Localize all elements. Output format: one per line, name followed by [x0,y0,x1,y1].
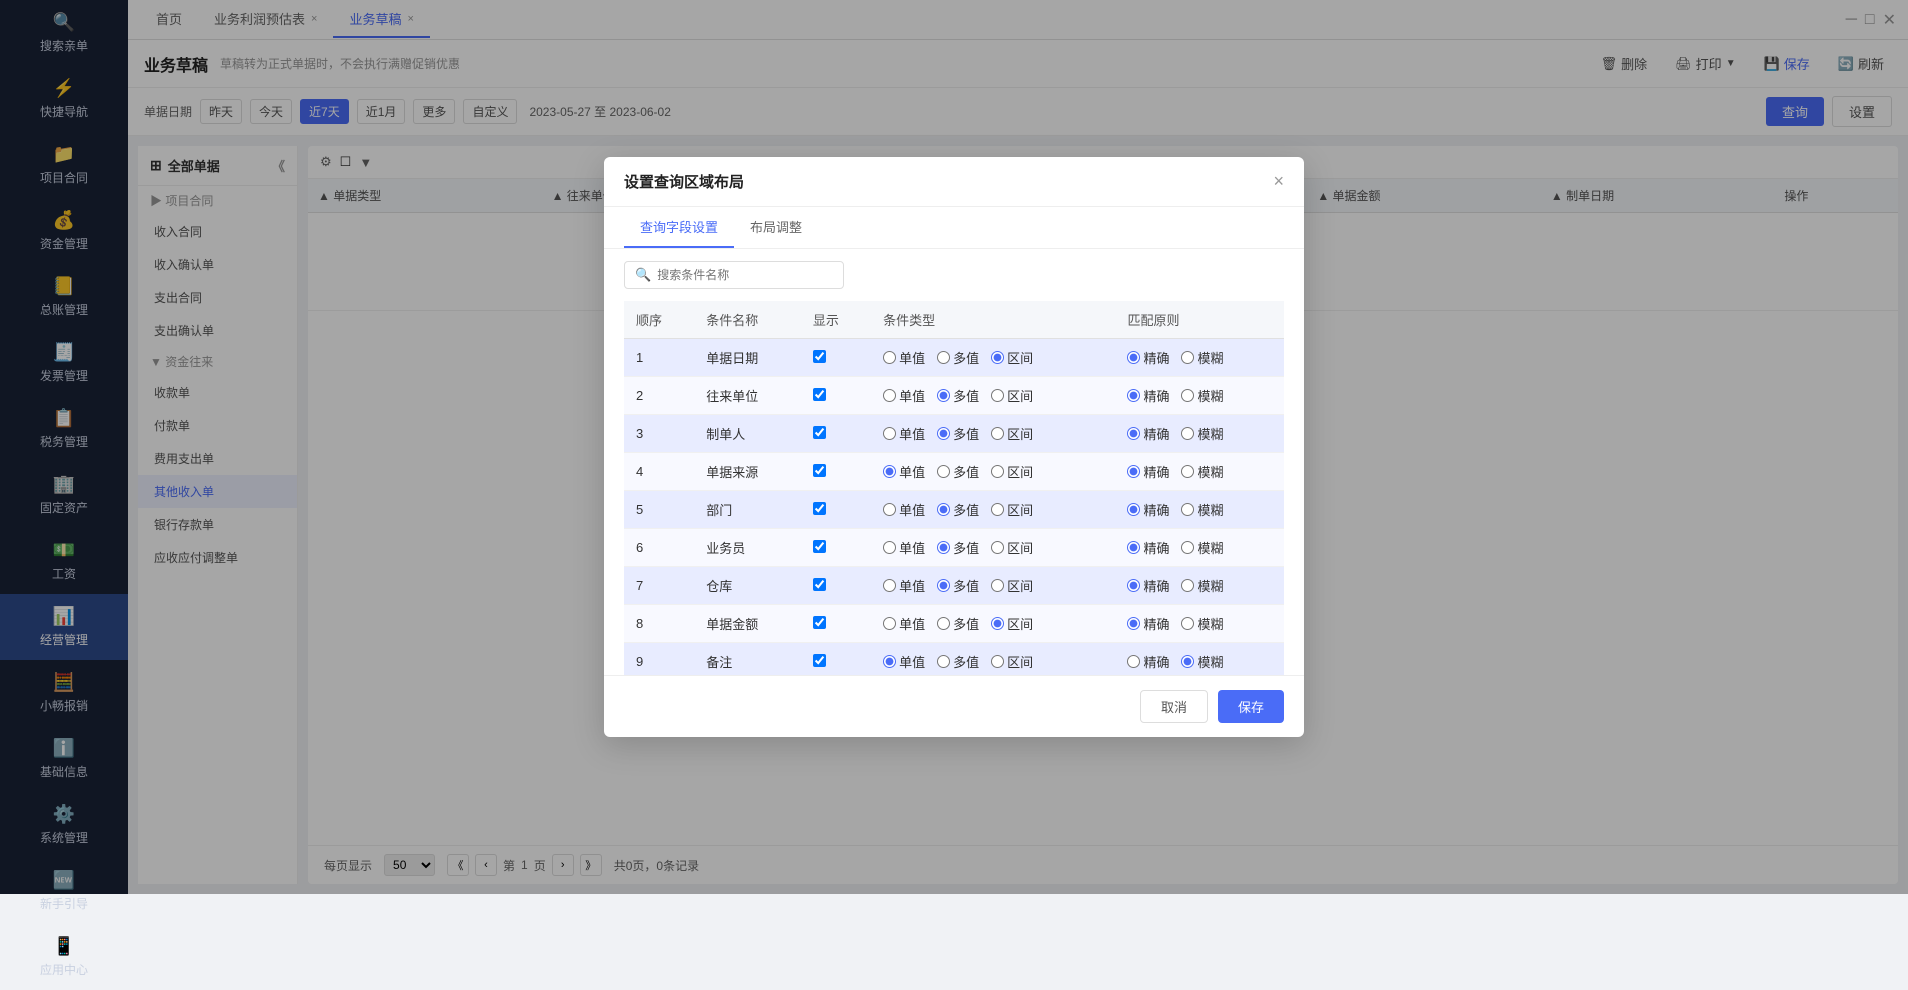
show-cell[interactable] [801,339,871,377]
show-cell[interactable] [801,529,871,567]
type-cell: 单值多值区间 [871,529,1115,567]
condition-name: 单据日期 [694,339,801,377]
table-row: 1 [624,339,694,377]
th-match: 匹配原则 [1115,301,1284,339]
sidebar-item-label: 应用中心 [40,961,88,978]
table-row: 5 [624,491,694,529]
table-row: 4 [624,453,694,491]
show-checkbox[interactable] [813,578,826,591]
type-cell: 单值多值区间 [871,491,1115,529]
type-cell: 单值多值区间 [871,605,1115,643]
dialog-search: 🔍 [604,249,1304,301]
show-checkbox[interactable] [813,464,826,477]
condition-name: 单据金额 [694,605,801,643]
condition-name: 部门 [694,491,801,529]
th-type: 条件类型 [871,301,1115,339]
save-button[interactable]: 保存 [1218,690,1284,723]
search-input[interactable] [657,268,833,282]
condition-name: 备注 [694,643,801,676]
match-cell: 精确模糊 [1115,491,1284,529]
dialog-tabs: 查询字段设置 布局调整 [604,207,1304,249]
condition-name: 业务员 [694,529,801,567]
match-cell: 精确模糊 [1115,605,1284,643]
match-cell: 精确模糊 [1115,643,1284,676]
dialog-title: 设置查询区域布局 [624,171,1273,192]
cancel-button[interactable]: 取消 [1140,690,1208,723]
type-cell: 单值多值区间 [871,415,1115,453]
th-show: 显示 [801,301,871,339]
dialog-table-container: 顺序 条件名称 显示 条件类型 匹配原则 1单据日期单值多值区间精确模糊2往来单… [604,301,1304,675]
th-name: 条件名称 [694,301,801,339]
table-row: 9 [624,643,694,676]
match-cell: 精确模糊 [1115,567,1284,605]
table-row: 3 [624,415,694,453]
show-checkbox[interactable] [813,350,826,363]
show-cell[interactable] [801,453,871,491]
sidebar-item-label: 新手引导 [40,895,88,912]
match-cell: 精确模糊 [1115,377,1284,415]
show-checkbox[interactable] [813,502,826,515]
show-cell[interactable] [801,415,871,453]
sidebar-item-app-center[interactable]: 📱 应用中心 [0,924,128,990]
match-cell: 精确模糊 [1115,453,1284,491]
condition-name: 往来单位 [694,377,801,415]
table-row: 8 [624,605,694,643]
type-cell: 单值多值区间 [871,453,1115,491]
dialog-header: 设置查询区域布局 × [604,157,1304,207]
match-cell: 精确模糊 [1115,529,1284,567]
search-box: 🔍 [624,261,844,289]
condition-name: 仓库 [694,567,801,605]
dialog-footer: 取消 保存 [604,675,1304,737]
dialog-tab-layout[interactable]: 布局调整 [734,207,818,248]
show-checkbox[interactable] [813,388,826,401]
app-icon: 📱 [53,936,75,957]
show-checkbox[interactable] [813,616,826,629]
show-cell[interactable] [801,643,871,676]
show-cell[interactable] [801,567,871,605]
table-row: 7 [624,567,694,605]
match-cell: 精确模糊 [1115,415,1284,453]
dialog: 设置查询区域布局 × 查询字段设置 布局调整 🔍 [604,157,1304,737]
table-row: 6 [624,529,694,567]
search-icon: 🔍 [635,267,651,283]
type-cell: 单值多值区间 [871,643,1115,676]
dialog-tab-field-settings[interactable]: 查询字段设置 [624,207,734,248]
condition-name: 单据来源 [694,453,801,491]
table-row: 2 [624,377,694,415]
modal-overlay: 设置查询区域布局 × 查询字段设置 布局调整 🔍 [0,0,1908,894]
type-cell: 单值多值区间 [871,339,1115,377]
th-order: 顺序 [624,301,694,339]
dialog-close-button[interactable]: × [1273,171,1284,192]
show-cell[interactable] [801,377,871,415]
show-checkbox[interactable] [813,654,826,667]
show-cell[interactable] [801,605,871,643]
dialog-table: 顺序 条件名称 显示 条件类型 匹配原则 1单据日期单值多值区间精确模糊2往来单… [624,301,1284,675]
condition-name: 制单人 [694,415,801,453]
show-cell[interactable] [801,491,871,529]
show-checkbox[interactable] [813,426,826,439]
type-cell: 单值多值区间 [871,567,1115,605]
show-checkbox[interactable] [813,540,826,553]
type-cell: 单值多值区间 [871,377,1115,415]
match-cell: 精确模糊 [1115,339,1284,377]
